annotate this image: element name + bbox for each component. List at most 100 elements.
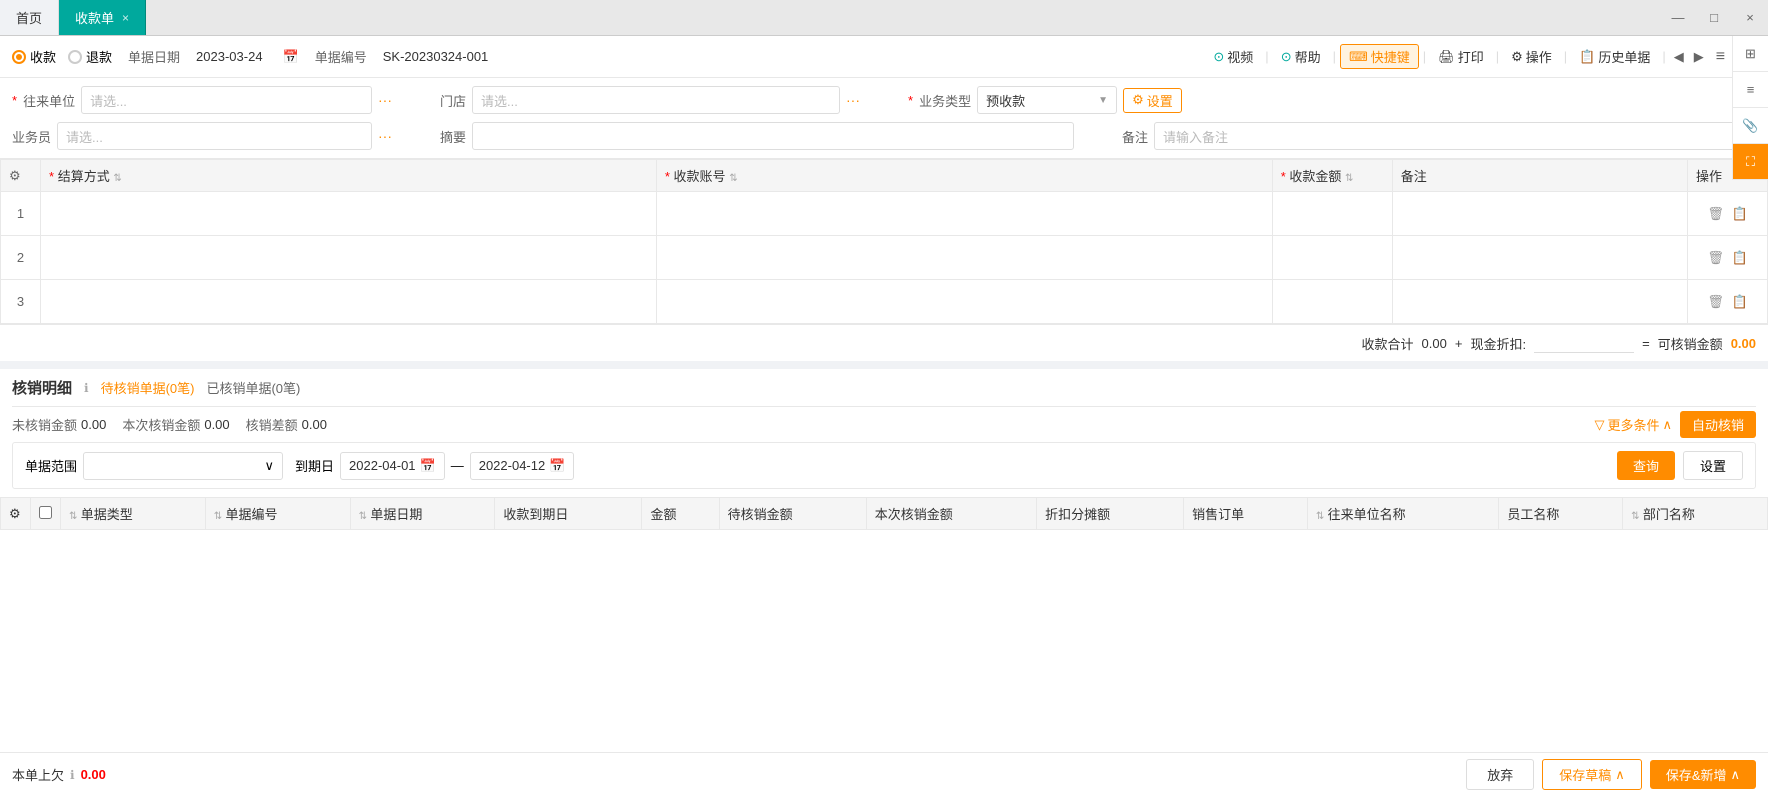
- row-1-settlement[interactable]: [41, 192, 657, 236]
- operation-button[interactable]: ⚙ 操作: [1503, 45, 1560, 68]
- row-3-copy-icon[interactable]: 📋: [1731, 294, 1747, 309]
- date-to-value: 2022-04-12: [479, 458, 546, 473]
- bottom-table-settings-icon[interactable]: ⚙: [9, 506, 21, 521]
- sort-settlement-icon[interactable]: ⇅: [113, 173, 121, 184]
- tab-close-icon[interactable]: ×: [122, 11, 129, 25]
- th-receipt-due: 收款到期日: [495, 498, 642, 530]
- help-label: 帮助: [1295, 47, 1321, 66]
- row-3-amount[interactable]: [1272, 280, 1392, 324]
- th-sales-order-label: 销售订单: [1192, 507, 1244, 522]
- summary-input[interactable]: [472, 122, 1074, 150]
- row-3-account[interactable]: [656, 280, 1272, 324]
- list-view-icon[interactable]: ≡: [1710, 46, 1731, 68]
- row-2-copy-icon[interactable]: 📋: [1731, 250, 1747, 265]
- hexiao-title: 核销明细: [12, 377, 72, 398]
- row-1-account[interactable]: [656, 192, 1272, 236]
- current-label: 本次核销金额: [122, 415, 200, 434]
- th-doc-type: ⇅ 单据类型: [61, 498, 206, 530]
- store-more-btn[interactable]: ···: [846, 92, 860, 108]
- save-new-button[interactable]: 保存&新增 ∧: [1650, 760, 1756, 789]
- sidebar-list-icon[interactable]: ≡: [1733, 72, 1768, 108]
- tab-home[interactable]: 首页: [0, 0, 59, 35]
- staff-more-btn[interactable]: ···: [378, 128, 392, 144]
- save-draft-button[interactable]: 保存草稿 ∧: [1542, 759, 1642, 790]
- row-2-account[interactable]: [656, 236, 1272, 280]
- sidebar-table-icon[interactable]: ⊞: [1733, 36, 1768, 72]
- business-type-required: *: [908, 93, 913, 108]
- nav-next-icon[interactable]: ▶: [1690, 47, 1708, 67]
- date-calendar-icon[interactable]: 📅: [283, 49, 299, 65]
- settings-button[interactable]: ⚙ 设置: [1123, 88, 1182, 113]
- discount-input[interactable]: [1534, 333, 1634, 353]
- row-1-remark[interactable]: [1392, 192, 1687, 236]
- counterpart-input[interactable]: 请选...: [81, 86, 372, 114]
- section-divider: [0, 361, 1768, 369]
- radio-receipt[interactable]: 收款: [12, 47, 56, 66]
- table-settings-icon[interactable]: ⚙: [9, 168, 21, 183]
- minimize-button[interactable]: —: [1660, 0, 1696, 36]
- base-info-icon[interactable]: ℹ: [70, 768, 75, 782]
- more-conditions-btn[interactable]: ▽ 更多条件 ∧: [1594, 415, 1672, 434]
- query-button[interactable]: 查询: [1617, 451, 1675, 480]
- sidebar-expand-icon[interactable]: ⛶: [1733, 144, 1768, 180]
- filter-settings-button[interactable]: 设置: [1683, 451, 1743, 480]
- row-3-settlement[interactable]: [41, 280, 657, 324]
- history-button[interactable]: 📋 历史单据: [1571, 45, 1658, 68]
- sidebar-list-view-icon: ≡: [1747, 82, 1755, 97]
- settings-icon: ⚙: [1132, 92, 1144, 108]
- business-type-select[interactable]: 预收款 ▼: [977, 86, 1117, 114]
- video-button[interactable]: ⊙ 视频: [1205, 45, 1261, 68]
- receipt-table: ⚙ * 结算方式 ⇅ * 收款账号 ⇅ * 收款金额: [0, 159, 1768, 324]
- remark-field: 备注 请输入备注: [1122, 122, 1756, 150]
- history-icon: 📋: [1579, 49, 1595, 65]
- sidebar-attachment-icon[interactable]: 📎: [1733, 108, 1768, 144]
- business-type-label: 业务类型: [919, 91, 971, 110]
- row-1-amount[interactable]: [1272, 192, 1392, 236]
- date-from-input[interactable]: 2022-04-01 📅: [340, 452, 445, 480]
- date-from-icon: 📅: [420, 458, 436, 474]
- window-controls: — □ ×: [1660, 0, 1768, 36]
- store-label: 门店: [440, 91, 466, 110]
- print-button[interactable]: 🖨 打印: [1430, 45, 1492, 68]
- help-button[interactable]: ⊙ 帮助: [1273, 45, 1329, 68]
- total-value: 0.00: [1422, 336, 1447, 351]
- pending-tab[interactable]: 待核销单据(0笔): [101, 378, 195, 397]
- select-all-checkbox[interactable]: [39, 506, 52, 519]
- row-2-remark[interactable]: [1392, 236, 1687, 280]
- row-1-delete-icon[interactable]: 🗑: [1707, 206, 1724, 221]
- range-select[interactable]: ∨: [83, 452, 283, 480]
- row-3-delete-icon[interactable]: 🗑: [1707, 294, 1724, 309]
- tab-active[interactable]: 收款单 ×: [59, 0, 146, 35]
- hexiao-section: 核销明细 ℹ 待核销单据(0笔) 已核销单据(0笔) 未核销金额 0.00 本次…: [0, 369, 1768, 497]
- th-current-verify: 本次核销金额: [866, 498, 1036, 530]
- business-type-field: * 业务类型 预收款 ▼ ⚙ 设置: [908, 86, 1756, 114]
- sort-account-icon[interactable]: ⇅: [729, 173, 737, 184]
- hexiao-info-icon[interactable]: ℹ: [84, 381, 89, 395]
- row-2-delete-icon[interactable]: 🗑: [1707, 250, 1724, 265]
- staff-input[interactable]: 请选...: [57, 122, 372, 150]
- discard-button[interactable]: 放弃: [1466, 759, 1534, 790]
- row-1-copy-icon[interactable]: 📋: [1731, 206, 1747, 221]
- th-doc-date: ⇅ 单据日期: [350, 498, 495, 530]
- number-value: SK-20230324-001: [383, 49, 489, 64]
- row-2-amount[interactable]: [1272, 236, 1392, 280]
- counterpart-more-btn[interactable]: ···: [378, 92, 392, 108]
- th-gear: ⚙: [1, 498, 31, 530]
- row-2-settlement[interactable]: [41, 236, 657, 280]
- sidebar-attach-icon: 📎: [1742, 118, 1758, 134]
- close-button[interactable]: ×: [1732, 0, 1768, 36]
- maximize-button[interactable]: □: [1696, 0, 1732, 36]
- row-3-remark[interactable]: [1392, 280, 1687, 324]
- auto-verify-button[interactable]: 自动核销: [1680, 411, 1756, 438]
- store-input[interactable]: 请选...: [472, 86, 840, 114]
- date-to-input[interactable]: 2022-04-12 📅: [470, 452, 575, 480]
- nav-prev-icon[interactable]: ◀: [1670, 47, 1688, 67]
- sidebar-grid-icon: ⊞: [1745, 46, 1756, 62]
- sort-amount-icon[interactable]: ⇅: [1345, 173, 1353, 184]
- save-draft-label: 保存草稿: [1559, 765, 1611, 784]
- done-tab[interactable]: 已核销单据(0笔): [206, 378, 300, 397]
- remark-input[interactable]: 请输入备注: [1154, 122, 1756, 150]
- main-content: 收款 退款 单据日期 2023-03-24 📅 单据编号 SK-20230324…: [0, 36, 1768, 796]
- radio-refund[interactable]: 退款: [68, 47, 112, 66]
- shortcut-button[interactable]: ⌨ 快捷键: [1340, 44, 1419, 69]
